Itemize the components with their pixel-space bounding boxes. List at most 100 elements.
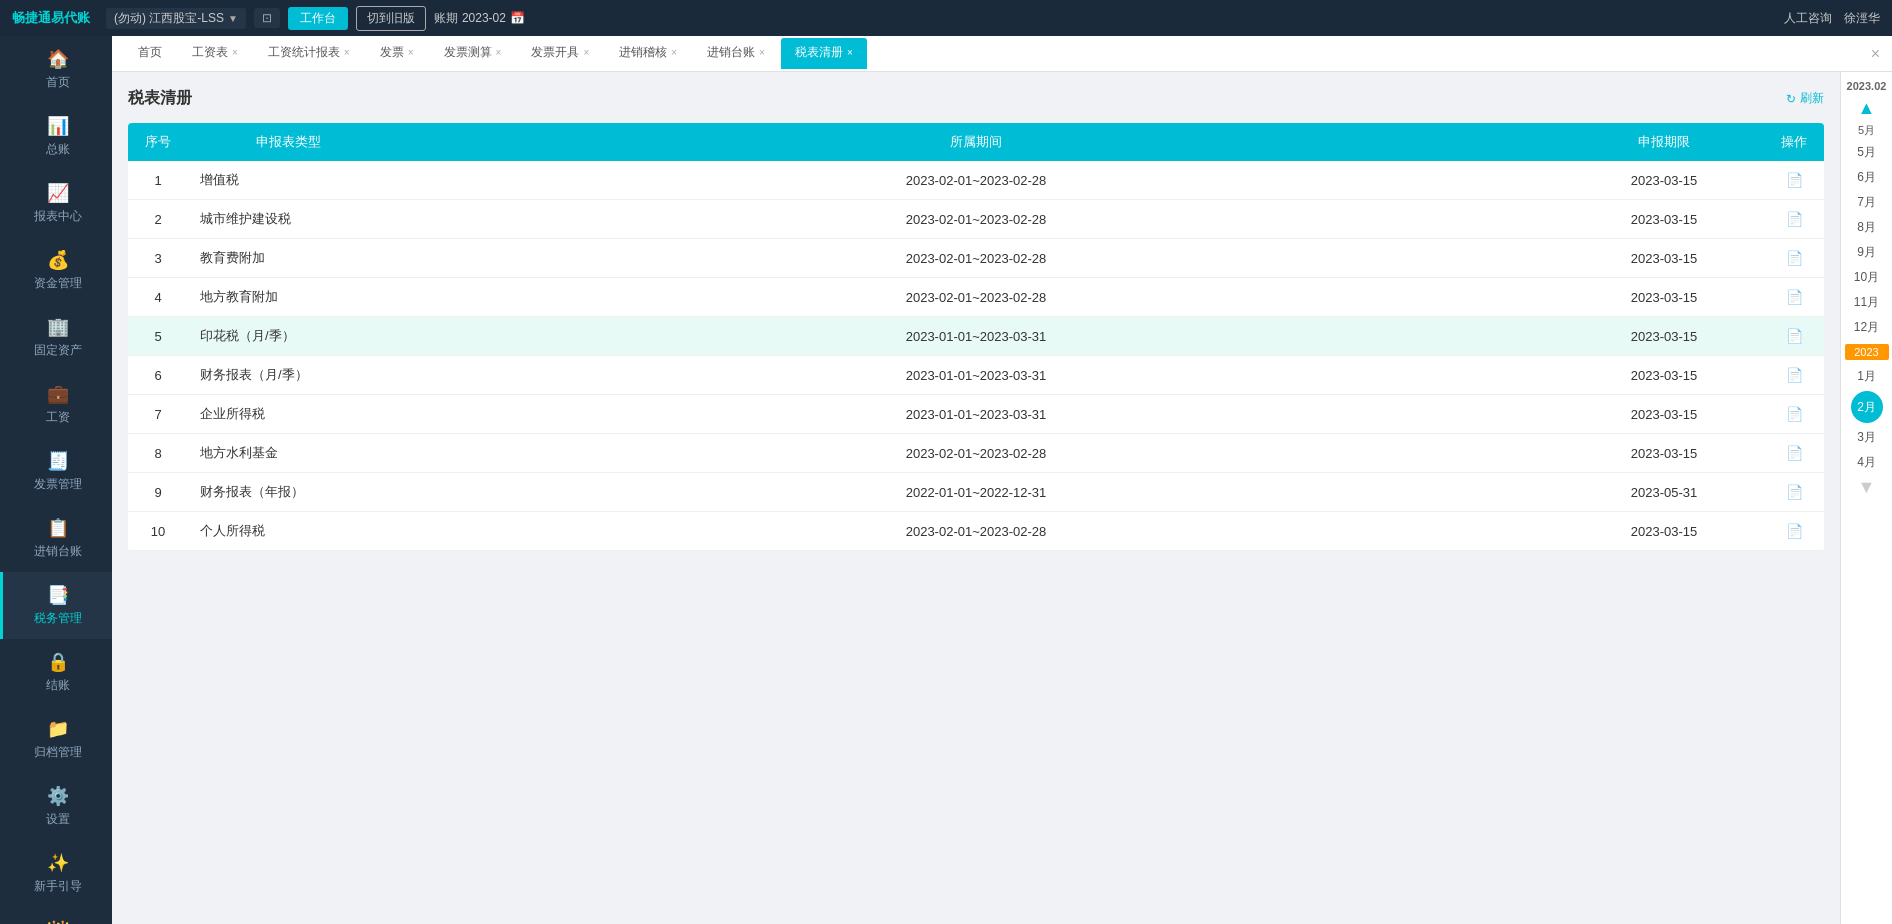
tab-invoice-close[interactable]: ×	[408, 47, 414, 58]
refresh-button[interactable]: ↻ 刷新	[1786, 90, 1824, 107]
file-action-button[interactable]: 📄	[1786, 523, 1803, 539]
app-logo: 畅捷通易代账	[12, 9, 90, 27]
cell-period: 2022-01-01~2022-12-31	[388, 473, 1564, 512]
file-action-button[interactable]: 📄	[1786, 367, 1803, 383]
file-action-button[interactable]: 📄	[1786, 484, 1803, 500]
cell-seq: 6	[128, 356, 188, 395]
tab-invoice-calc-close[interactable]: ×	[496, 47, 502, 58]
tab-invoice-open[interactable]: 发票开具 ×	[517, 38, 603, 69]
timeline-month-2022-6[interactable]: 6月	[1845, 165, 1889, 190]
sidebar-item-vip[interactable]: 👑 畅会员	[0, 907, 112, 924]
tax-icon: 📑	[47, 584, 69, 606]
tab-purchase-audit-label: 进销稽核	[619, 44, 667, 61]
copy-icon-button[interactable]: ⊡	[254, 8, 280, 28]
tab-purchase-audit[interactable]: 进销稽核 ×	[605, 38, 691, 69]
tax-table: 序号 申报表类型 所属期间 申报期限 操作 1增值税2023-02-01~202…	[128, 123, 1824, 551]
switch-old-button[interactable]: 切到旧版	[356, 6, 426, 31]
sidebar-item-guide[interactable]: ✨ 新手引导	[0, 840, 112, 907]
file-action-button[interactable]: 📄	[1786, 172, 1803, 188]
main-layout: 🏠 首页 📊 总账 📈 报表中心 💰 资金管理 🏢 固定资产 💼 工资 🧾 发票…	[0, 36, 1892, 924]
sidebar-item-archive[interactable]: 📁 归档管理	[0, 706, 112, 773]
tab-tax-clear[interactable]: 税表清册 ×	[781, 38, 867, 69]
timeline-month-2023-2[interactable]: 2月	[1851, 391, 1883, 423]
guide-icon: ✨	[47, 852, 69, 874]
timeline-prev-button[interactable]: ▲	[1856, 96, 1878, 121]
user-name[interactable]: 徐涇华	[1844, 10, 1880, 27]
period-label: 账期 2023-02 📅	[434, 10, 525, 27]
company-selector[interactable]: (勿动) 江西股宝-LSS ▼	[106, 8, 246, 29]
tab-salary-stat-label: 工资统计报表	[268, 44, 340, 61]
cell-seq: 4	[128, 278, 188, 317]
tab-salary-stat[interactable]: 工资统计报表 ×	[254, 38, 364, 69]
tab-invoice-calc[interactable]: 发票测算 ×	[430, 38, 516, 69]
tab-salary-table[interactable]: 工资表 ×	[178, 38, 252, 69]
sidebar-item-assets[interactable]: 🏢 固定资产	[0, 304, 112, 371]
sidebar-item-fund[interactable]: 💰 资金管理	[0, 237, 112, 304]
cell-seq: 5	[128, 317, 188, 356]
cell-deadline: 2023-03-15	[1564, 356, 1764, 395]
period-value: 2023-02	[462, 11, 506, 25]
cell-period: 2023-01-01~2023-03-31	[388, 356, 1564, 395]
tab-invoice-open-close[interactable]: ×	[583, 47, 589, 58]
chevron-down-icon: ▼	[228, 13, 238, 24]
file-action-button[interactable]: 📄	[1786, 328, 1803, 344]
top-bar: 畅捷通易代账 (勿动) 江西股宝-LSS ▼ ⊡ 工作台 切到旧版 账期 202…	[0, 0, 1892, 36]
sidebar-item-report[interactable]: 📈 报表中心	[0, 170, 112, 237]
tab-salary-table-close[interactable]: ×	[232, 47, 238, 58]
table-row: 3教育费附加2023-02-01~2023-02-282023-03-15📄	[128, 239, 1824, 278]
tab-purchase-ledger[interactable]: 进销台账 ×	[693, 38, 779, 69]
file-action-button[interactable]: 📄	[1786, 250, 1803, 266]
fund-icon: 💰	[47, 249, 69, 271]
close-account-icon: 🔒	[47, 651, 69, 673]
cell-type: 财务报表（月/季）	[188, 356, 388, 395]
file-action-button[interactable]: 📄	[1786, 445, 1803, 461]
timeline-month-2023-4[interactable]: 4月	[1845, 450, 1889, 475]
file-action-button[interactable]: 📄	[1786, 289, 1803, 305]
sidebar-item-settings[interactable]: ⚙️ 设置	[0, 773, 112, 840]
sidebar-label-guide: 新手引导	[34, 878, 82, 895]
sidebar-label-ledger: 总账	[46, 141, 70, 158]
timeline-month-2022-5[interactable]: 5月	[1845, 140, 1889, 165]
timeline-month-2023-1[interactable]: 1月	[1845, 364, 1889, 389]
cell-action: 📄	[1764, 161, 1824, 200]
sidebar-item-ledger[interactable]: 📊 总账	[0, 103, 112, 170]
sidebar-label-report: 报表中心	[34, 208, 82, 225]
cell-action: 📄	[1764, 200, 1824, 239]
cell-seq: 9	[128, 473, 188, 512]
cell-seq: 10	[128, 512, 188, 551]
sidebar-item-tax[interactable]: 📑 税务管理	[0, 572, 112, 639]
timeline-month-2022-7[interactable]: 7月	[1845, 190, 1889, 215]
workbench-button[interactable]: 工作台	[288, 7, 348, 30]
file-action-button[interactable]: 📄	[1786, 211, 1803, 227]
sidebar-item-invoice[interactable]: 🧾 发票管理	[0, 438, 112, 505]
calendar-icon[interactable]: 📅	[510, 11, 525, 25]
year-2023-label: 2023	[1845, 344, 1889, 360]
timeline-month-2023-3[interactable]: 3月	[1845, 425, 1889, 450]
tab-invoice[interactable]: 发票 ×	[366, 38, 428, 69]
consult-button[interactable]: 人工咨询	[1784, 10, 1832, 27]
sidebar-item-salary[interactable]: 💼 工资	[0, 371, 112, 438]
sidebar-label-settings: 设置	[46, 811, 70, 828]
tab-home[interactable]: 首页	[124, 38, 176, 69]
tab-salary-stat-close[interactable]: ×	[344, 47, 350, 58]
ledger-icon: 📊	[47, 115, 69, 137]
sidebar-item-home[interactable]: 🏠 首页	[0, 36, 112, 103]
cell-deadline: 2023-03-15	[1564, 434, 1764, 473]
tab-tax-clear-close[interactable]: ×	[847, 47, 853, 58]
timeline-month-2022-10[interactable]: 10月	[1845, 265, 1889, 290]
cell-type: 教育费附加	[188, 239, 388, 278]
tab-purchase-ledger-close[interactable]: ×	[759, 47, 765, 58]
tab-bar-close-button[interactable]: ×	[1871, 45, 1880, 63]
timeline-month-2022-11[interactable]: 11月	[1845, 290, 1889, 315]
tab-invoice-calc-label: 发票测算	[444, 44, 492, 61]
file-action-button[interactable]: 📄	[1786, 406, 1803, 422]
table-row: 9财务报表（年报）2022-01-01~2022-12-312023-05-31…	[128, 473, 1824, 512]
table-row: 6财务报表（月/季）2023-01-01~2023-03-312023-03-1…	[128, 356, 1824, 395]
sidebar-item-purchase[interactable]: 📋 进销台账	[0, 505, 112, 572]
timeline-month-2022-8[interactable]: 8月	[1845, 215, 1889, 240]
timeline-month-2022-12[interactable]: 12月	[1845, 315, 1889, 340]
timeline-next-button[interactable]: ▼	[1856, 475, 1878, 500]
sidebar-item-close[interactable]: 🔒 结账	[0, 639, 112, 706]
timeline-month-2022-9[interactable]: 9月	[1845, 240, 1889, 265]
tab-purchase-audit-close[interactable]: ×	[671, 47, 677, 58]
